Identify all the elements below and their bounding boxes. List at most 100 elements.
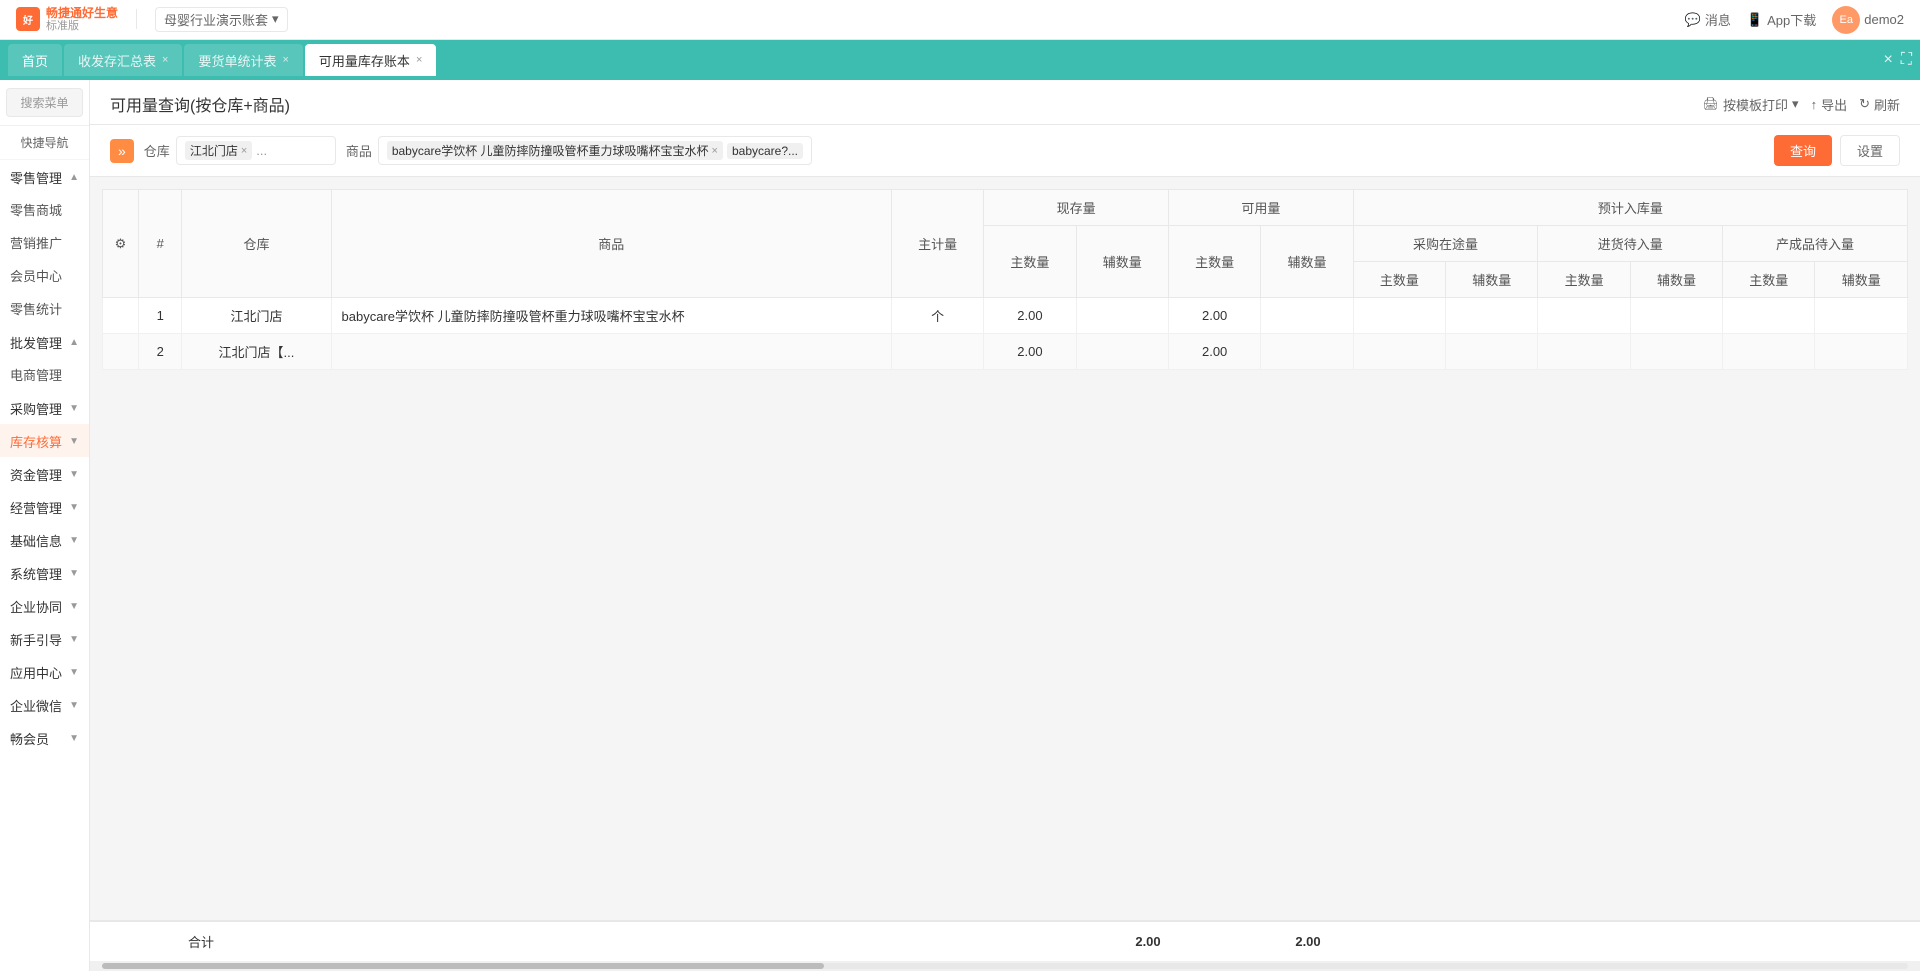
- row2-warehouse: 江北门店【...: [182, 334, 331, 370]
- sidebar-item-ecommerce[interactable]: 电商管理: [0, 358, 89, 391]
- tab-available-close[interactable]: ×: [416, 54, 422, 66]
- print-btn[interactable]: 🖨 按模板打印 ▾: [1703, 95, 1799, 114]
- th-current-stock: 现存量: [984, 190, 1169, 226]
- tab-collection-summary[interactable]: 收发存汇总表 ×: [64, 44, 182, 76]
- row1-finished-main: [1723, 298, 1815, 334]
- total-row: 合计 2.00 2.00: [102, 922, 1908, 961]
- wechat-arrow-icon: ▼: [69, 700, 79, 711]
- sidebar-section-basic[interactable]: 基础信息 ▼: [0, 523, 89, 556]
- tab-order-label: 要货单统计表: [198, 51, 276, 70]
- search-menu-btn[interactable]: 搜索菜单: [6, 88, 83, 117]
- th-goods-arriving: 进货待入量: [1538, 226, 1723, 262]
- setting-btn[interactable]: 设置: [1840, 135, 1900, 166]
- message-btn[interactable]: 💬 消息: [1685, 10, 1731, 29]
- total-current-aux: [1188, 922, 1268, 961]
- th-product: 商品: [331, 190, 891, 298]
- sidebar-section-inventory[interactable]: 库存核算 ▼: [0, 424, 89, 457]
- sidebar-search-area: 搜索菜单: [0, 80, 89, 126]
- nav-tabs-actions: × ⛶: [1883, 51, 1912, 69]
- sidebar-section-purchase-label: 采购管理: [10, 399, 62, 418]
- table-row: 1 江北门店 babycare学饮杯 儿童防摔防撞吸管杯重力球吸嘴杯宝宝水杯 个…: [103, 298, 1908, 334]
- sidebar-section-appstore[interactable]: 应用中心 ▼: [0, 655, 89, 688]
- sidebar-section-newbie[interactable]: 新手引导 ▼: [0, 622, 89, 655]
- total-current-main: 2.00: [1108, 922, 1188, 961]
- sidebar-section-member[interactable]: 畅会员 ▼: [0, 721, 89, 754]
- total-spacer-unit: [1048, 922, 1108, 961]
- industry-selector[interactable]: 母婴行业演示账套 ▾: [155, 7, 288, 32]
- page-title-row: 可用量查询(按仓库+商品) 🖨 按模板打印 ▾ ↑ 导出 ↻ 刷新: [110, 92, 1900, 116]
- sidebar-item-quicknav[interactable]: 快捷导航: [0, 126, 89, 160]
- product-tag-2: babycare?...: [727, 143, 803, 159]
- product-tag-1-close[interactable]: ×: [712, 145, 718, 157]
- scroll-bar-track[interactable]: [102, 963, 1908, 969]
- refresh-label: 刷新: [1874, 95, 1900, 114]
- sidebar-item-retail-mall[interactable]: 零售商城: [0, 193, 89, 226]
- warehouse-filter-input[interactable]: 江北门店 × ...: [176, 136, 336, 165]
- product-filter-group: 商品 babycare学饮杯 儿童防摔防撞吸管杯重力球吸嘴杯宝宝水杯 × bab…: [346, 136, 812, 165]
- sidebar-section-wholesale-label: 批发管理: [10, 333, 62, 352]
- close-all-icon[interactable]: ×: [1883, 51, 1892, 69]
- warehouse-tag-label: 江北门店: [190, 142, 238, 159]
- product-tag-1-label: babycare学饮杯 儿童防摔防撞吸管杯重力球吸嘴杯宝宝水杯: [392, 142, 709, 159]
- sidebar-section-purchase[interactable]: 采购管理 ▼: [0, 391, 89, 424]
- tab-available-inventory[interactable]: 可用量库存账本 ×: [305, 44, 436, 76]
- fullscreen-icon[interactable]: ⛶: [1901, 51, 1912, 69]
- sidebar-section-retail[interactable]: 零售管理 ▲: [0, 160, 89, 193]
- filter-actions: 查询 设置: [1774, 135, 1900, 166]
- sidebar-section-collab[interactable]: 企业协同 ▼: [0, 589, 89, 622]
- sidebar-item-retail-stats[interactable]: 零售统计: [0, 292, 89, 325]
- th-goods-main: 主数量: [1538, 262, 1630, 298]
- refresh-btn[interactable]: ↻ 刷新: [1859, 95, 1900, 114]
- filter-toggle-btn[interactable]: »: [110, 139, 134, 163]
- sidebar-section-system[interactable]: 系统管理 ▼: [0, 556, 89, 589]
- product-filter-input[interactable]: babycare学饮杯 儿童防摔防撞吸管杯重力球吸嘴杯宝宝水杯 × babyca…: [378, 136, 812, 165]
- tab-order-close[interactable]: ×: [282, 54, 288, 66]
- top-bar: 好 畅捷通好生意 标准版 母婴行业演示账套 ▾ 💬 消息 📱 App下载 Ea …: [0, 0, 1920, 40]
- tab-order-stats[interactable]: 要货单统计表 ×: [184, 44, 302, 76]
- row1-purchase-aux: [1446, 298, 1538, 334]
- th-purchase-aux: 辅数量: [1446, 262, 1538, 298]
- row1-goods-main: [1538, 298, 1630, 334]
- sidebar-section-appstore-label: 应用中心: [10, 663, 62, 682]
- inventory-arrow-icon: ▼: [69, 436, 79, 447]
- total-goods-aux: [1668, 922, 1748, 961]
- export-btn[interactable]: ↑ 导出: [1811, 95, 1848, 114]
- system-arrow-icon: ▼: [69, 568, 79, 579]
- tab-home-label: 首页: [22, 51, 48, 70]
- print-icon: 🖨: [1703, 96, 1720, 112]
- warehouse-ellipsis: ...: [256, 143, 267, 158]
- warehouse-tag-close[interactable]: ×: [241, 145, 247, 157]
- th-warehouse: 仓库: [182, 190, 331, 298]
- member-arrow-icon: ▼: [69, 733, 79, 744]
- row2-avail-aux: [1261, 334, 1353, 370]
- appstore-arrow-icon: ▼: [69, 667, 79, 678]
- tab-collection-close[interactable]: ×: [162, 54, 168, 66]
- query-btn[interactable]: 查询: [1774, 135, 1832, 166]
- sidebar-section-wholesale[interactable]: 批发管理 ▲: [0, 325, 89, 358]
- row2-finished-main: [1723, 334, 1815, 370]
- sidebar-item-marketing[interactable]: 营销推广: [0, 226, 89, 259]
- total-avail-main: 2.00: [1268, 922, 1348, 961]
- total-spacer-settings: [102, 922, 138, 961]
- app-download-btn[interactable]: 📱 App下载: [1747, 10, 1816, 29]
- tab-collection-label: 收发存汇总表: [78, 51, 156, 70]
- data-table: ⚙ # 仓库 商品 主计量 现存量 可用量 预计入库量 主数量 辅数量 主数量 …: [102, 189, 1908, 370]
- row2-current-main: 2.00: [984, 334, 1076, 370]
- table-wrapper[interactable]: ⚙ # 仓库 商品 主计量 现存量 可用量 预计入库量 主数量 辅数量 主数量 …: [90, 177, 1920, 920]
- sidebar-item-members[interactable]: 会员中心: [0, 259, 89, 292]
- app-icon: 📱: [1747, 12, 1763, 28]
- industry-label: 母婴行业演示账套: [164, 10, 268, 29]
- th-settings[interactable]: ⚙: [103, 190, 139, 298]
- user-area[interactable]: Ea demo2: [1832, 6, 1904, 34]
- newbie-arrow-icon: ▼: [69, 634, 79, 645]
- tab-home[interactable]: 首页: [8, 44, 62, 76]
- sidebar-section-finance[interactable]: 资金管理 ▼: [0, 457, 89, 490]
- th-index: #: [139, 190, 182, 298]
- total-finished-aux: [1828, 922, 1908, 961]
- sidebar-section-operations[interactable]: 经营管理 ▼: [0, 490, 89, 523]
- row1-current-main: 2.00: [984, 298, 1076, 334]
- sidebar-section-wechat[interactable]: 企业微信 ▼: [0, 688, 89, 721]
- scroll-bar-thumb[interactable]: [102, 963, 824, 969]
- total-purchase-aux: [1508, 922, 1588, 961]
- basic-arrow-icon: ▼: [69, 535, 79, 546]
